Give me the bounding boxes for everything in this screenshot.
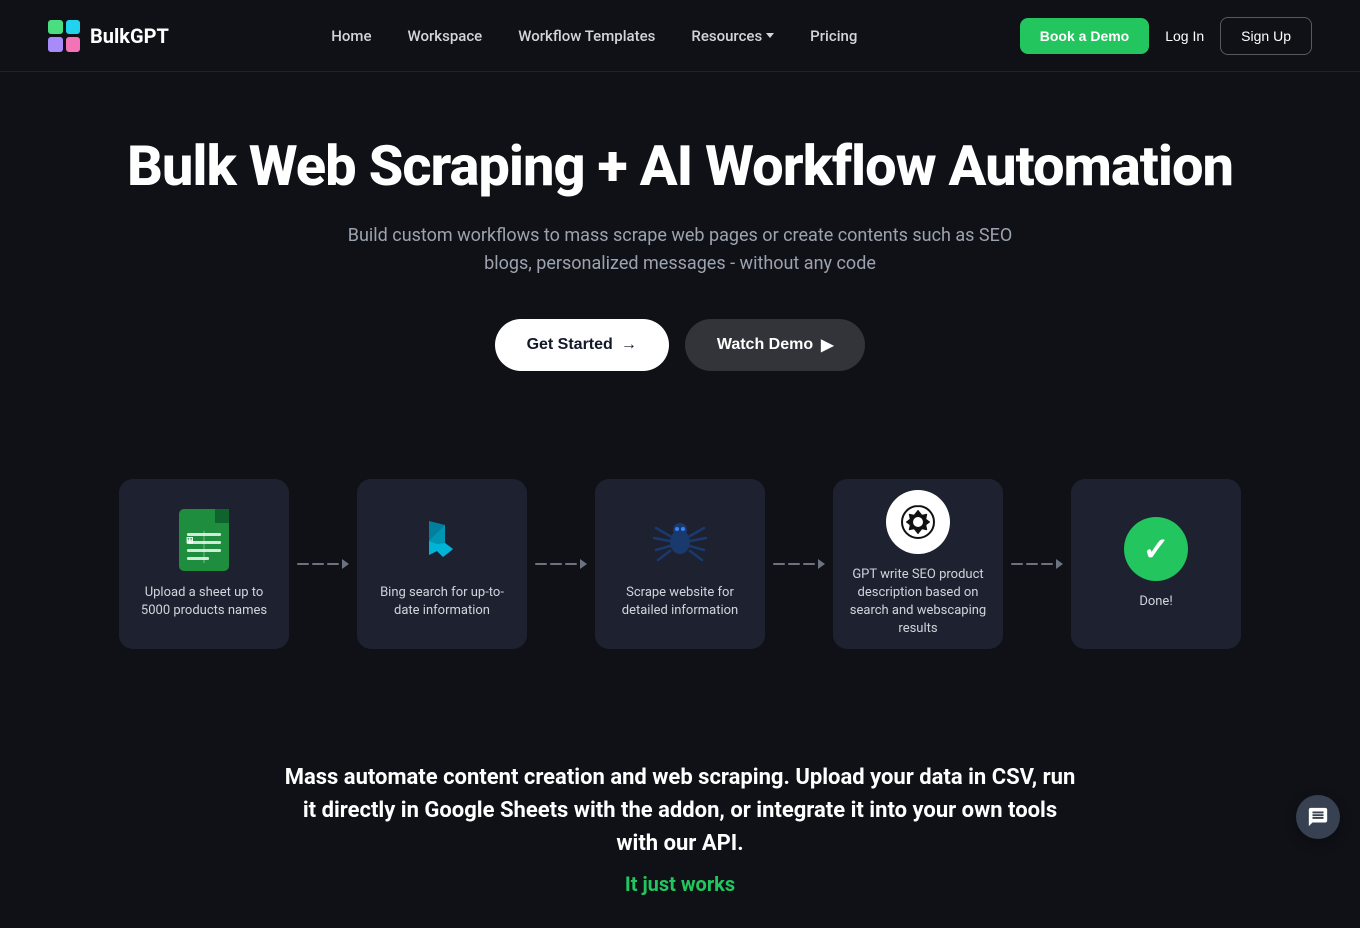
- workflow-card-scrape-label: Scrape website for detailed information: [611, 584, 749, 620]
- bing-icon: [410, 508, 474, 572]
- hero-buttons: Get Started → Watch Demo ▶: [48, 319, 1312, 371]
- logo-dot-2: [66, 20, 81, 35]
- openai-icon: [886, 490, 950, 554]
- arrow-1: [289, 559, 357, 569]
- workflow-card-gpt-label: GPT write SEO product description based …: [849, 566, 987, 639]
- logo-icon: [48, 20, 80, 52]
- workflow-section: ⊞ Upload a sheet up to 5000 products nam…: [0, 479, 1360, 713]
- chat-bubble[interactable]: [1296, 795, 1340, 839]
- bottom-tagline: It just works: [48, 872, 1312, 896]
- workflow-card-gpt: GPT write SEO product description based …: [833, 479, 1003, 649]
- login-button[interactable]: Log In: [1165, 28, 1204, 44]
- workflow-card-scrape: Scrape website for detailed information: [595, 479, 765, 649]
- arrow-2: [527, 559, 595, 569]
- workflow-card-bing-label: Bing search for up-to-date information: [373, 584, 511, 620]
- arrow-3: [765, 559, 833, 569]
- hero-title: Bulk Web Scraping + AI Workflow Automati…: [48, 136, 1312, 198]
- hero-section: Bulk Web Scraping + AI Workflow Automati…: [0, 72, 1360, 479]
- logo-dot-1: [48, 20, 63, 35]
- logo-dot-4: [66, 37, 81, 52]
- logo-dot-3: [48, 37, 63, 52]
- get-started-button[interactable]: Get Started →: [495, 319, 669, 371]
- bottom-title: Mass automate content creation and web s…: [280, 761, 1080, 860]
- nav-pricing[interactable]: Pricing: [810, 27, 857, 45]
- done-icon: ✓: [1124, 517, 1188, 581]
- nav-workflow-templates[interactable]: Workflow Templates: [518, 27, 655, 45]
- chat-icon: [1307, 806, 1329, 828]
- book-demo-button[interactable]: Book a Demo: [1020, 18, 1149, 54]
- nav-workspace[interactable]: Workspace: [408, 27, 483, 45]
- arrow-icon: →: [621, 336, 637, 354]
- nav-links: Home Workspace Workflow Templates Resour…: [331, 26, 857, 45]
- workflow-card-upload: ⊞ Upload a sheet up to 5000 products nam…: [119, 479, 289, 649]
- workflow-card-done-label: Done!: [1139, 593, 1172, 611]
- workflow-card-done: ✓ Done!: [1071, 479, 1241, 649]
- watch-demo-label: Watch Demo: [717, 336, 813, 354]
- spider-icon: [648, 508, 712, 572]
- workflow-card-upload-label: Upload a sheet up to 5000 products names: [135, 584, 273, 620]
- navbar: BulkGPT Home Workspace Workflow Template…: [0, 0, 1360, 72]
- checkmark-icon: ✓: [1143, 530, 1170, 568]
- nav-actions: Book a Demo Log In Sign Up: [1020, 17, 1312, 55]
- bottom-section: Mass automate content creation and web s…: [0, 713, 1360, 928]
- logo-text: BulkGPT: [90, 24, 169, 48]
- nav-resources[interactable]: Resources: [691, 27, 774, 45]
- sheets-icon: ⊞: [172, 508, 236, 572]
- nav-resources-label: Resources: [691, 27, 762, 45]
- workflow-card-bing: Bing search for up-to-date information: [357, 479, 527, 649]
- logo[interactable]: BulkGPT: [48, 20, 169, 52]
- arrow-4: [1003, 559, 1071, 569]
- resources-chevron-icon: [766, 33, 774, 38]
- get-started-label: Get Started: [527, 336, 613, 354]
- hero-subtitle: Build custom workflows to mass scrape we…: [330, 222, 1030, 280]
- watch-demo-button[interactable]: Watch Demo ▶: [685, 319, 866, 371]
- play-icon: ▶: [821, 335, 833, 355]
- signup-button[interactable]: Sign Up: [1220, 17, 1312, 55]
- nav-home[interactable]: Home: [331, 27, 371, 45]
